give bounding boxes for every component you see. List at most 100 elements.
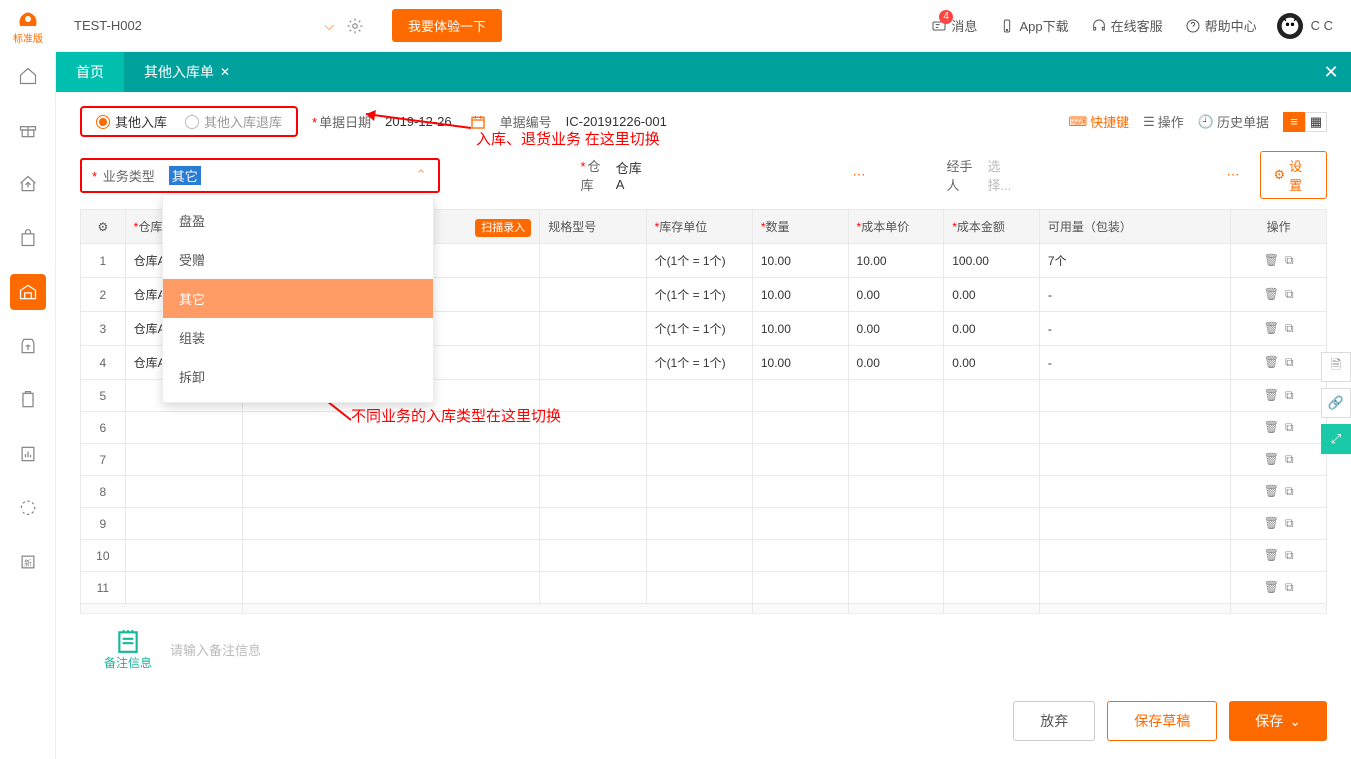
close-icon[interactable]: ✕ (220, 65, 230, 79)
cell-warehouse[interactable] (125, 412, 242, 444)
more-icon[interactable]: ⋯ (1226, 167, 1240, 183)
cell-unit-cost[interactable]: 0.00 (848, 278, 944, 312)
cell-qty[interactable] (752, 540, 848, 572)
cell-unit[interactable]: 个(1个 = 1个) (646, 278, 752, 312)
cell-unit[interactable] (646, 476, 752, 508)
cell-unit[interactable] (646, 412, 752, 444)
table-row[interactable]: 11🗑⧉ (81, 572, 1327, 604)
dd-option[interactable]: 拆卸 (163, 357, 433, 396)
copy-icon[interactable]: ⧉ (1285, 355, 1294, 369)
cell-unit-cost[interactable] (848, 412, 944, 444)
cell-spec[interactable] (540, 508, 646, 540)
cell-cost-amt[interactable] (944, 476, 1040, 508)
gear-icon[interactable] (346, 17, 364, 35)
cell-unit[interactable] (646, 380, 752, 412)
table-row[interactable]: 7🗑⧉ (81, 444, 1327, 476)
cell-cost-amt[interactable]: 100.00 (944, 244, 1040, 278)
table-row[interactable]: 10🗑⧉ (81, 540, 1327, 572)
delete-icon[interactable]: 🗑 (1264, 253, 1279, 267)
delete-icon[interactable]: 🗑 (1264, 355, 1279, 369)
customer-service-link[interactable]: 在线客服 (1091, 16, 1163, 35)
dd-option[interactable]: 其它 (163, 279, 433, 318)
cell-unit[interactable] (646, 572, 752, 604)
cell-spec[interactable] (540, 312, 646, 346)
biz-type-combo[interactable]: 其它 ⌃ (161, 162, 435, 189)
cell-spec[interactable] (540, 572, 646, 604)
more-icon[interactable]: ⋯ (853, 167, 867, 183)
cell-unit-cost[interactable]: 0.00 (848, 346, 944, 380)
rail-link-icon[interactable]: 🔗 (1321, 388, 1351, 418)
dd-option[interactable]: 受赠 (163, 240, 433, 279)
cell-warehouse[interactable] (125, 540, 242, 572)
nav-house-up-icon[interactable] (10, 166, 46, 202)
cell-unit[interactable] (646, 444, 752, 476)
cell-spec[interactable] (540, 476, 646, 508)
tabs-close-all[interactable]: ✕ (1311, 52, 1351, 92)
cell-unit[interactable]: 个(1个 = 1个) (646, 244, 752, 278)
cell-qty[interactable]: 10.00 (752, 346, 848, 380)
cell-cost-amt[interactable] (944, 444, 1040, 476)
cell-product[interactable] (242, 412, 540, 444)
shortcut-link[interactable]: ⌨ 快捷键 (1068, 112, 1129, 131)
delete-icon[interactable]: 🗑 (1264, 580, 1279, 594)
cell-qty[interactable] (752, 444, 848, 476)
cell-product[interactable] (242, 444, 540, 476)
cell-cost-amt[interactable]: 0.00 (944, 346, 1040, 380)
copy-icon[interactable]: ⧉ (1285, 548, 1294, 562)
copy-icon[interactable]: ⧉ (1285, 452, 1294, 466)
table-row[interactable]: 6🗑⧉ (81, 412, 1327, 444)
cell-unit-cost[interactable] (848, 476, 944, 508)
handler-input[interactable]: 选择... (987, 156, 1020, 194)
copy-icon[interactable]: ⧉ (1285, 580, 1294, 594)
cell-cost-amt[interactable] (944, 572, 1040, 604)
cell-spec[interactable] (540, 540, 646, 572)
nav-bag-icon[interactable] (10, 220, 46, 256)
cell-unit[interactable]: 个(1个 = 1个) (646, 312, 752, 346)
cell-qty[interactable]: 10.00 (752, 278, 848, 312)
messages-link[interactable]: 消息 4 (931, 16, 977, 35)
cell-spec[interactable] (540, 346, 646, 380)
delete-icon[interactable]: 🗑 (1264, 420, 1279, 434)
cell-warehouse[interactable] (125, 572, 242, 604)
history-link[interactable]: 🕘 历史单据 (1198, 112, 1269, 131)
nav-gift-icon[interactable] (10, 112, 46, 148)
delete-icon[interactable]: 🗑 (1264, 484, 1279, 498)
cell-unit[interactable] (646, 508, 752, 540)
help-link[interactable]: 帮助中心 (1185, 16, 1257, 35)
table-row[interactable]: 8🗑⧉ (81, 476, 1327, 508)
cell-cost-amt[interactable] (944, 412, 1040, 444)
cell-unit[interactable] (646, 540, 752, 572)
save-draft-button[interactable]: 保存草稿 (1107, 701, 1217, 741)
cell-cost-amt[interactable]: 0.00 (944, 278, 1040, 312)
col-gear[interactable]: ⚙ (81, 210, 126, 244)
rail-expand-icon[interactable]: ⤢ (1321, 424, 1351, 454)
rail-note-icon[interactable]: 🗎 (1321, 352, 1351, 382)
cell-product[interactable] (242, 476, 540, 508)
date-value[interactable]: 2019-12-26 (385, 114, 452, 129)
tab-home[interactable]: 首页 (56, 52, 124, 92)
copy-icon[interactable]: ⧉ (1285, 516, 1294, 530)
cell-qty[interactable] (752, 412, 848, 444)
app-download-link[interactable]: App下载 (999, 16, 1068, 35)
table-row[interactable]: 9🗑⧉ (81, 508, 1327, 540)
logo[interactable]: 标准版 (0, 0, 56, 52)
cell-qty[interactable] (752, 380, 848, 412)
company-select[interactable]: TEST-H002 ⌵ (74, 18, 334, 34)
radio-stock-in[interactable]: 其他入库 (96, 112, 167, 131)
tab-other-stock-in[interactable]: 其他入库单 ✕ (124, 52, 250, 92)
cell-unit-cost[interactable]: 10.00 (848, 244, 944, 278)
copy-icon[interactable]: ⧉ (1285, 253, 1294, 267)
delete-icon[interactable]: 🗑 (1264, 321, 1279, 335)
cell-qty[interactable]: 10.00 (752, 312, 848, 346)
settings-button[interactable]: ⚙ 设置 (1260, 151, 1327, 199)
cell-unit[interactable]: 个(1个 = 1个) (646, 346, 752, 380)
delete-icon[interactable]: 🗑 (1264, 287, 1279, 301)
nav-report-icon[interactable] (10, 436, 46, 472)
trial-button[interactable]: 我要体验一下 (392, 9, 502, 42)
view-grid-icon[interactable]: ▦ (1305, 112, 1327, 132)
copy-icon[interactable]: ⧉ (1285, 287, 1294, 301)
cell-warehouse[interactable] (125, 476, 242, 508)
nav-home-icon[interactable] (10, 58, 46, 94)
avatar[interactable] (1277, 13, 1303, 39)
cell-warehouse[interactable] (125, 444, 242, 476)
